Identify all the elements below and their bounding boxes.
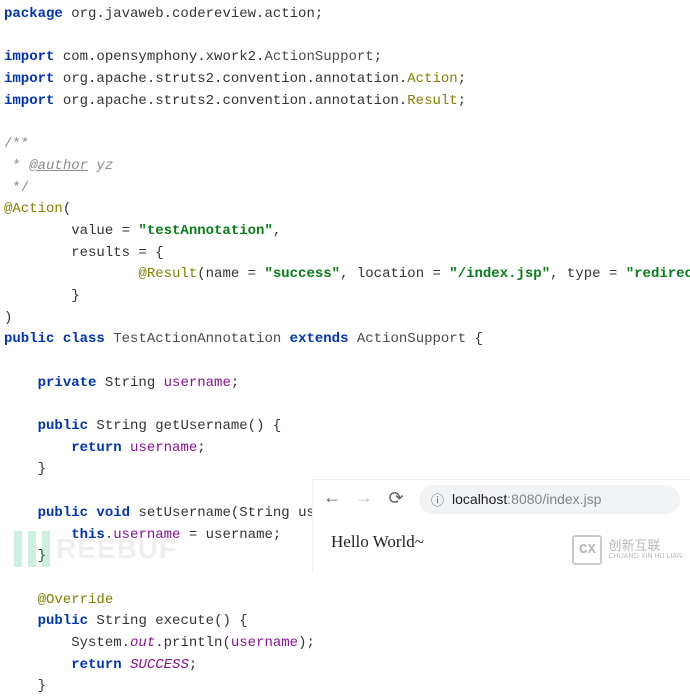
code-line: results = {: [0, 243, 690, 265]
code-line: public String getUsername() {: [0, 416, 690, 438]
code-line: private String username;: [0, 373, 690, 395]
info-icon[interactable]: ⓘ: [431, 490, 444, 509]
class-name: TestActionAnnotation: [113, 331, 281, 347]
code-editor: package org.javaweb.codereview.action; i…: [0, 0, 690, 698]
watermark-text: REEBUF: [56, 533, 177, 565]
code-line: }: [0, 459, 690, 481]
code-line: ): [0, 308, 690, 330]
code-line: import org.apache.struts2.convention.ann…: [0, 91, 690, 113]
code-line: System.out.println(username);: [0, 633, 690, 655]
field-out: out: [130, 635, 155, 651]
code-line: import org.apache.struts2.convention.ann…: [0, 69, 690, 91]
code-line: return SUCCESS;: [0, 655, 690, 677]
code-blank-line: [0, 394, 690, 416]
keyword-package: package: [4, 6, 63, 22]
forward-icon[interactable]: →: [355, 489, 373, 509]
method-setusername: setUsername: [138, 505, 230, 521]
method-execute: execute: [155, 613, 214, 629]
watermark-cx-icon: CX: [572, 535, 602, 565]
keyword-private: private: [38, 375, 97, 391]
code-blank-line: [0, 351, 690, 373]
keyword-class: class: [54, 331, 113, 347]
url-text: localhost:8080/index.jsp: [452, 491, 601, 507]
code-line: package org.javaweb.codereview.action;: [0, 4, 690, 26]
code-line: @Action(: [0, 199, 690, 221]
method-getusername: getUsername: [155, 418, 247, 434]
code-blank-line: [0, 26, 690, 48]
browser-toolbar: ← → ⟳ ⓘ localhost:8080/index.jsp: [313, 480, 690, 518]
code-line: public String execute() {: [0, 611, 690, 633]
watermark-cx-text: 创新互联 CHUANG XIN HU LIAN: [608, 539, 682, 562]
address-bar[interactable]: ⓘ localhost:8080/index.jsp: [419, 485, 680, 514]
code-line: }: [0, 286, 690, 308]
annotation-override: @Override: [38, 592, 114, 608]
back-icon[interactable]: ←: [323, 489, 341, 509]
code-line: public class TestActionAnnotation extend…: [0, 329, 690, 351]
javadoc-author-tag: @author: [29, 158, 88, 174]
watermark-cx: CX 创新互联 CHUANG XIN HU LIAN: [572, 535, 682, 565]
code-blank-line: [0, 112, 690, 134]
code-line: @Override: [0, 590, 690, 612]
code-line: value = "testAnnotation",: [0, 221, 690, 243]
code-line: }: [0, 676, 690, 698]
keyword-import: import: [4, 49, 54, 65]
code-blank-line: [0, 568, 690, 590]
comment-line: */: [0, 178, 690, 200]
keyword-import: import: [4, 93, 54, 109]
watermark-freebuf: REEBUF: [14, 531, 177, 567]
code-line: @Result(name = "success", location = "/i…: [0, 264, 690, 286]
reload-icon[interactable]: ⟳: [387, 488, 405, 510]
keyword-return: return: [71, 440, 121, 456]
watermark-bars-icon: [14, 531, 50, 567]
keyword-import: import: [4, 71, 54, 87]
field-username: username: [164, 375, 231, 391]
comment-line: * @author yz: [0, 156, 690, 178]
keyword-extends: extends: [281, 331, 357, 347]
annotation-action: @Action: [4, 201, 63, 217]
annotation-result: @Result: [138, 266, 197, 282]
keyword-public: public: [4, 331, 54, 347]
code-line: import com.opensymphony.xwork2.ActionSup…: [0, 47, 690, 69]
code-line: return username;: [0, 438, 690, 460]
comment-line: /**: [0, 134, 690, 156]
constant-success: SUCCESS: [130, 657, 189, 673]
